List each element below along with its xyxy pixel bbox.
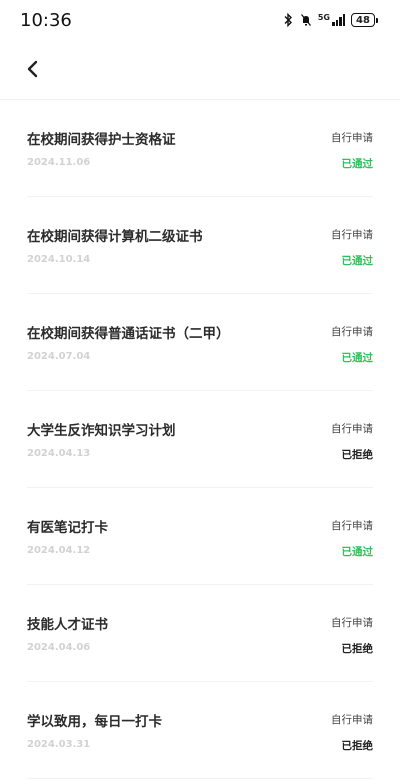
item-date: 2024.03.31	[27, 739, 91, 750]
list-item[interactable]: 技能人才证书 2024.04.06 自行申请 已拒绝	[27, 585, 373, 682]
item-date: 2024.07.04	[27, 351, 91, 362]
network-label: 5G	[317, 13, 330, 22]
list-item[interactable]: 在校期间获得计算机二级证书 2024.10.14 自行申请 已通过	[27, 197, 373, 294]
application-list: 在校期间获得护士资格证 2024.11.06 自行申请 已通过 在校期间获得计算…	[0, 100, 400, 779]
item-title: 学以致用，每日一打卡	[27, 714, 162, 730]
status-bar: 10:36 5G 48	[0, 0, 400, 40]
status-badge: 已通过	[341, 255, 374, 267]
item-type: 自行申请	[331, 714, 373, 726]
item-type: 自行申请	[331, 326, 373, 338]
item-type: 自行申请	[331, 229, 373, 241]
status-badge: 已拒绝	[341, 643, 374, 655]
item-title: 在校期间获得护士资格证	[27, 132, 176, 148]
item-type: 自行申请	[331, 423, 373, 435]
mute-bell-icon	[300, 14, 311, 26]
battery-icon: 48	[351, 13, 378, 27]
status-time: 10:36	[20, 9, 72, 31]
item-date: 2024.10.14	[27, 254, 91, 265]
list-item[interactable]: 大学生反诈知识学习计划 2024.04.13 自行申请 已拒绝	[27, 391, 373, 488]
list-item[interactable]: 有医笔记打卡 2024.04.12 自行申请 已通过	[27, 488, 373, 585]
item-date: 2024.04.13	[27, 448, 91, 459]
item-title: 在校期间获得计算机二级证书	[27, 229, 203, 245]
list-item[interactable]: 学以致用，每日一打卡 2024.03.31 自行申请 已拒绝	[27, 682, 373, 779]
status-badge: 已通过	[341, 158, 374, 170]
signal-icon: 5G	[318, 14, 345, 26]
item-title: 技能人才证书	[27, 617, 108, 633]
bluetooth-icon	[284, 13, 292, 27]
status-badge: 已通过	[341, 352, 374, 364]
item-title: 大学生反诈知识学习计划	[27, 423, 176, 439]
chevron-left-icon[interactable]	[22, 58, 44, 80]
list-item[interactable]: 在校期间获得护士资格证 2024.11.06 自行申请 已通过	[27, 100, 373, 197]
list-item[interactable]: 在校期间获得普通话证书（二甲） 2024.07.04 自行申请 已通过	[27, 294, 373, 391]
status-icons: 5G 48	[282, 13, 378, 27]
item-date: 2024.11.06	[27, 157, 91, 168]
item-type: 自行申请	[331, 617, 373, 629]
item-date: 2024.04.12	[27, 545, 91, 556]
item-type: 自行申请	[331, 132, 373, 144]
status-badge: 已拒绝	[341, 449, 374, 461]
status-badge: 已通过	[341, 546, 374, 558]
battery-level: 48	[351, 13, 375, 27]
nav-bar	[0, 40, 400, 100]
item-type: 自行申请	[331, 520, 373, 532]
item-title: 在校期间获得普通话证书（二甲）	[27, 326, 230, 342]
item-date: 2024.04.06	[27, 642, 91, 653]
status-badge: 已拒绝	[341, 740, 374, 752]
item-title: 有医笔记打卡	[27, 520, 108, 536]
